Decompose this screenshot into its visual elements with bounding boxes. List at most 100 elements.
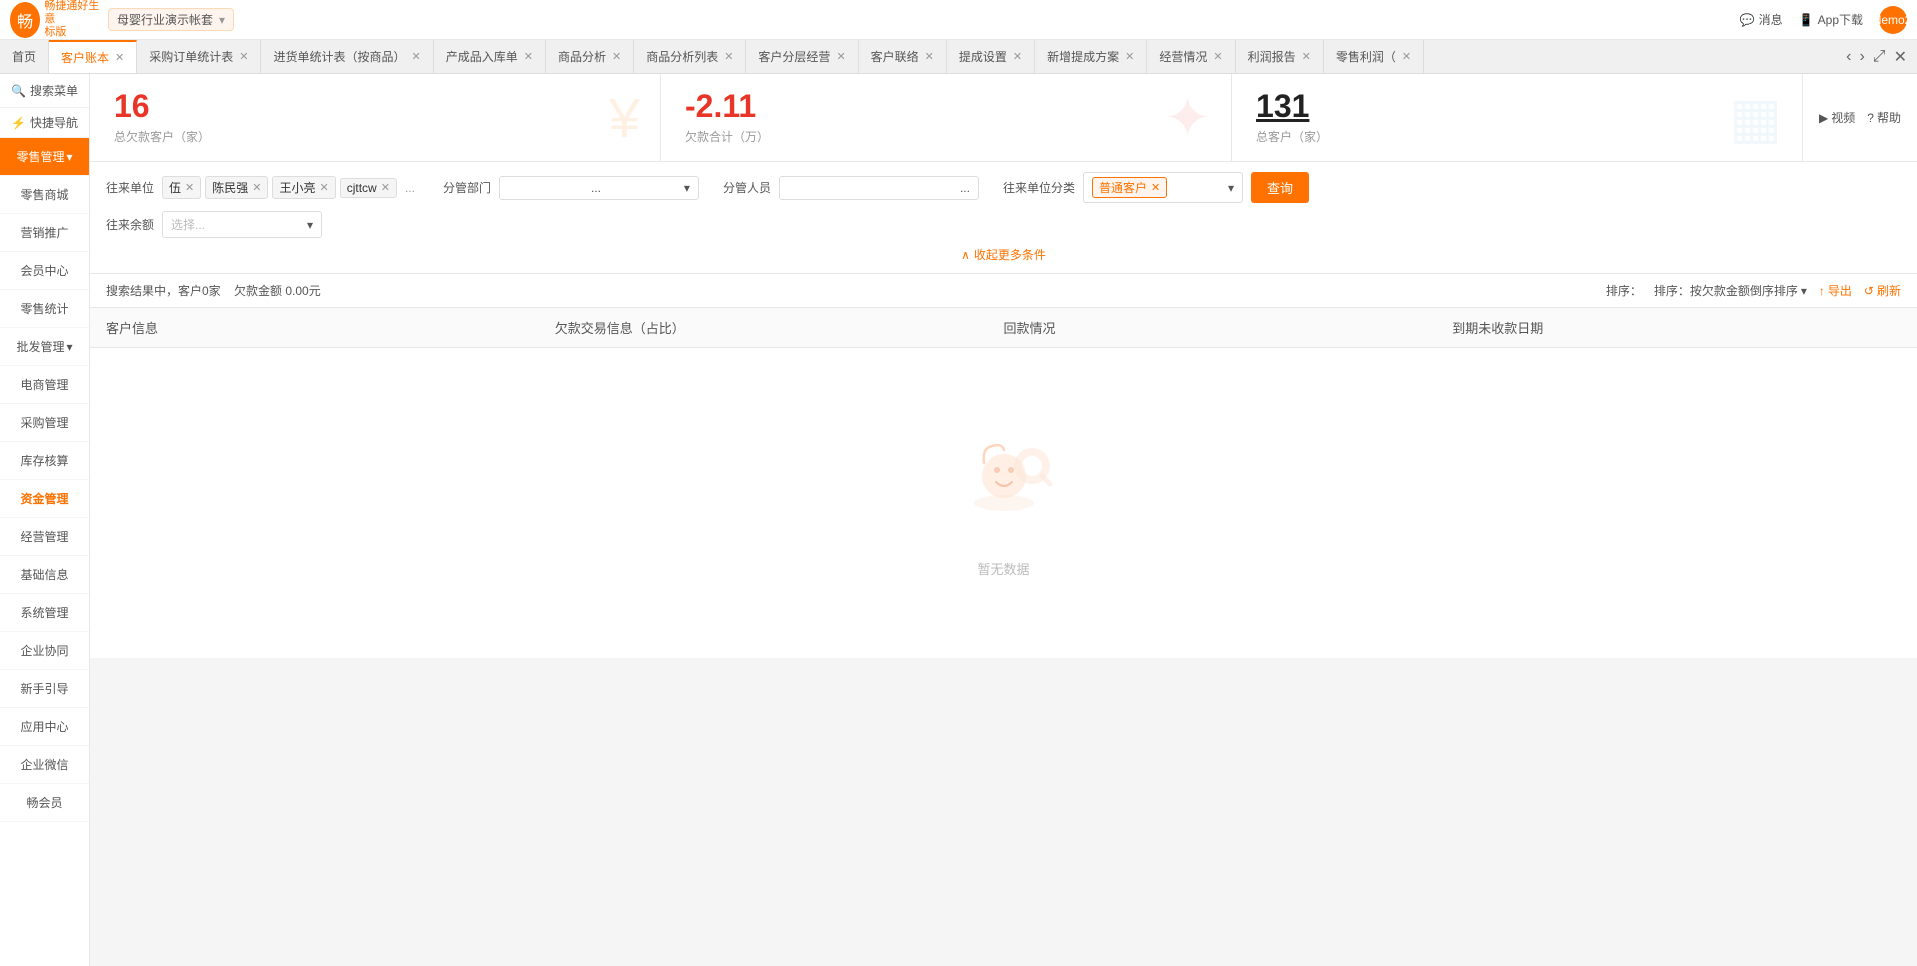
close-import-icon[interactable]: ✕ — [412, 50, 421, 63]
sidebar-search-button[interactable]: 🔍 搜索菜单 — [0, 74, 89, 108]
sidebar-item-new-user[interactable]: 新手引导 — [0, 670, 89, 708]
unit-tag-wang-remove[interactable]: ✕ — [320, 181, 329, 194]
unit-tag-chen-remove[interactable]: ✕ — [252, 181, 261, 194]
category-selected-label: 普通客户 — [1099, 179, 1147, 196]
sidebar-item-retail-stats[interactable]: 零售统计 — [0, 290, 89, 328]
close-produce-icon[interactable]: ✕ — [524, 50, 533, 63]
sidebar-inventory-label: 库存核算 — [20, 454, 68, 468]
sidebar-item-ecommerce[interactable]: 电商管理 — [0, 366, 89, 404]
help-label: 帮助 — [1877, 109, 1901, 126]
sort-button[interactable]: 排序：按欠款金额倒序排序 ▾ — [1654, 282, 1807, 299]
tab-customer-ledger[interactable]: 客户账本 ✕ — [49, 40, 137, 74]
category-remove[interactable]: ✕ — [1151, 181, 1160, 194]
export-button[interactable]: ↑ 导出 — [1819, 282, 1852, 299]
sidebar-item-inventory[interactable]: 库存核算 — [0, 442, 89, 480]
close-profit-icon[interactable]: ✕ — [1302, 50, 1311, 63]
sidebar-item-enterprise-wechat[interactable]: 企业微信 — [0, 746, 89, 784]
sidebar-wholesale-label: 批发管理 — [16, 338, 64, 355]
sort-label: 排序： — [1606, 282, 1642, 299]
result-debt-amount: 欠款金额 0.00元 — [234, 284, 321, 298]
close-operations-icon[interactable]: ✕ — [1213, 50, 1222, 63]
person-select[interactable]: ... — [779, 176, 979, 200]
sidebar-item-vip[interactable]: 畅会员 — [0, 784, 89, 822]
col-repay-info: 回款情况 — [1004, 318, 1453, 337]
app-download-button[interactable]: 📱 App下载 — [1799, 11, 1863, 28]
dept-select[interactable]: ... ▾ — [499, 176, 699, 200]
tab-scroll-right-icon[interactable]: › — [1857, 46, 1866, 68]
close-retail-profit-icon[interactable]: ✕ — [1402, 50, 1411, 63]
sidebar-item-system[interactable]: 系统管理 — [0, 594, 89, 632]
tab-operations[interactable]: 经营情况 ✕ — [1147, 40, 1235, 74]
unit-tag-wang-label: 王小亮 — [279, 179, 315, 196]
messages-label: 消息 — [1759, 11, 1783, 28]
close-new-promo-icon[interactable]: ✕ — [1125, 50, 1134, 63]
close-promotion-icon[interactable]: ✕ — [1013, 50, 1022, 63]
unit-tag-more[interactable]: ... — [401, 179, 419, 197]
workspace-arrow-icon: ▾ — [219, 13, 225, 27]
sidebar-item-retail-mall[interactable]: 零售商城 — [0, 176, 89, 214]
sidebar-wholesale-arrow-icon: ▾ — [66, 340, 72, 354]
stat-debt-label: 欠款合计（万） — [685, 128, 769, 145]
tab-retail-profit[interactable]: 零售利润（ ✕ — [1324, 40, 1424, 74]
tab-profit-report[interactable]: 利润报告 ✕ — [1236, 40, 1324, 74]
top-bar: 畅 畅捷通好生意标版 母婴行业演示帐套 ▾ 💬 消息 📱 App下载 demo2 — [0, 0, 1917, 40]
close-product-analysis-icon[interactable]: ✕ — [612, 50, 621, 63]
tab-product-analysis[interactable]: 商品分析 ✕ — [546, 40, 634, 74]
tab-close-all-icon[interactable]: ✕ — [1892, 45, 1909, 69]
sidebar-item-marketing[interactable]: 营销推广 — [0, 214, 89, 252]
filter-area: 往来单位 伍 ✕ 陈民强 ✕ 王小亮 ✕ cjttcw — [90, 162, 1917, 274]
tab-maximize-icon[interactable]: ⤢ — [1871, 46, 1888, 68]
unit-tag-cjttcw-remove[interactable]: ✕ — [381, 181, 390, 194]
sidebar-item-finance[interactable]: 资金管理 — [0, 480, 89, 518]
sidebar: 🔍 搜索菜单 ⚡ 快捷导航 零售管理 ▾ 零售商城 营销推广 会员中心 零售统计… — [0, 74, 90, 966]
close-product-list-icon[interactable]: ✕ — [724, 50, 733, 63]
balance-arrow-icon: ▾ — [307, 218, 313, 232]
sidebar-item-operations[interactable]: 经营管理 — [0, 518, 89, 556]
sidebar-item-wholesale[interactable]: 批发管理 ▾ — [0, 328, 89, 366]
video-help-button[interactable]: ▶ 视频 — [1819, 109, 1855, 126]
tab-purchase-order-stats[interactable]: 采购订单统计表 ✕ — [137, 40, 261, 74]
tab-produce-inbound[interactable]: 产成品入库单 ✕ — [434, 40, 546, 74]
refresh-button[interactable]: ↺ 刷新 — [1864, 282, 1901, 299]
tab-home[interactable]: 首页 — [0, 40, 49, 74]
tab-promotion-settings[interactable]: 提成设置 ✕ — [947, 40, 1035, 74]
tab-product-analysis-list[interactable]: 商品分析列表 ✕ — [634, 40, 746, 74]
unit-tag-wu-remove[interactable]: ✕ — [185, 181, 194, 194]
unit-tag-chen: 陈民强 ✕ — [205, 176, 268, 199]
close-segment-icon[interactable]: ✕ — [836, 50, 845, 63]
sidebar-item-purchase[interactable]: 采购管理 — [0, 404, 89, 442]
workspace-selector[interactable]: 母婴行业演示帐套 ▾ — [108, 8, 234, 31]
avatar[interactable]: demo2 — [1879, 6, 1907, 34]
tab-customer-segment[interactable]: 客户分层经营 ✕ — [746, 40, 858, 74]
collapse-arrow-icon: ∧ — [961, 248, 970, 262]
col-debt-info: 欠款交易信息（占比） — [555, 318, 1004, 337]
close-customer-ledger-icon[interactable]: ✕ — [115, 51, 124, 64]
query-button[interactable]: 查询 — [1251, 172, 1309, 203]
balance-input[interactable]: 选择... ▾ — [162, 211, 322, 238]
sidebar-item-enterprise-coop[interactable]: 企业协同 — [0, 632, 89, 670]
workspace-label: 母婴行业演示帐套 — [117, 11, 213, 28]
close-purchase-icon[interactable]: ✕ — [239, 50, 248, 63]
help-button[interactable]: ? 帮助 — [1867, 109, 1901, 126]
messages-button[interactable]: 💬 消息 — [1740, 11, 1783, 28]
tab-scroll-left-icon[interactable]: ‹ — [1844, 46, 1853, 68]
stat-customers-label: 总欠款客户（家） — [114, 128, 210, 145]
sidebar-quick-nav[interactable]: ⚡ 快捷导航 — [0, 108, 89, 138]
tab-import-label: 进货单统计表（按商品） — [273, 48, 405, 65]
tab-customer-contact[interactable]: 客户联络 ✕ — [859, 40, 947, 74]
category-select[interactable]: 普通客户 ✕ ▾ — [1083, 172, 1243, 203]
sidebar-item-retail[interactable]: 零售管理 ▾ — [0, 138, 89, 176]
refresh-label: 刷新 — [1877, 282, 1901, 299]
tab-operations-label: 经营情况 — [1159, 48, 1207, 65]
unit-tag-cjttcw: cjttcw ✕ — [340, 178, 397, 198]
close-contact-icon[interactable]: ✕ — [925, 50, 934, 63]
sidebar-item-app-center[interactable]: 应用中心 — [0, 708, 89, 746]
sidebar-item-basic-info[interactable]: 基础信息 — [0, 556, 89, 594]
help-area: ▶ 视频 ? 帮助 — [1803, 74, 1917, 161]
sidebar-item-member[interactable]: 会员中心 — [0, 252, 89, 290]
balance-placeholder: 选择... — [171, 216, 205, 233]
tab-import-stats[interactable]: 进货单统计表（按商品） ✕ — [261, 40, 433, 74]
tab-new-promotion[interactable]: 新增提成方案 ✕ — [1035, 40, 1147, 74]
sort-text: 排序：按欠款金额倒序排序 — [1654, 282, 1798, 299]
collapse-button[interactable]: ∧ 收起更多条件 — [106, 246, 1901, 263]
